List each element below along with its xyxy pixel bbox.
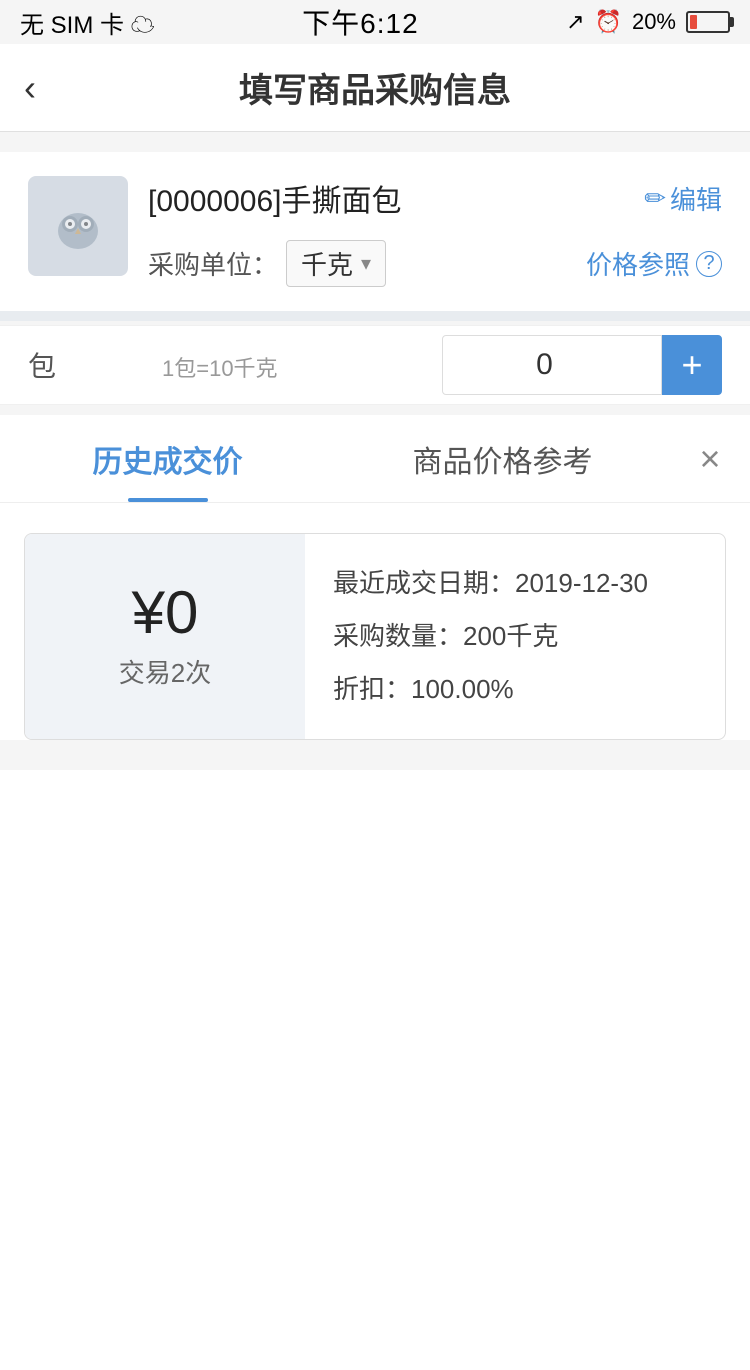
date-label: 最近成交日期： bbox=[333, 568, 515, 598]
tabs-section: 历史成交价 商品价格参考 × ¥0 交易2次 最近成交日期：2019-12-30… bbox=[0, 415, 750, 740]
unit-value: 千克 bbox=[301, 245, 353, 282]
status-left: 无 SIM 卡 ☁ bbox=[20, 5, 155, 40]
unit-select[interactable]: 千克 ▾ bbox=[286, 240, 386, 287]
product-info: [0000006]手撕面包 ✏ 编辑 采购单位： 千克 ▾ 价格参照 ? bbox=[148, 176, 722, 287]
transaction-count: 交易2次 bbox=[119, 653, 211, 690]
price-ref-label: 价格参照 bbox=[586, 245, 690, 282]
tab-product-price[interactable]: 商品价格参考 bbox=[335, 415, 670, 502]
battery-fill bbox=[690, 15, 697, 29]
help-icon: ? bbox=[696, 251, 722, 277]
battery-percent: 20% bbox=[632, 9, 676, 35]
tab-history-price[interactable]: 历史成交价 bbox=[0, 415, 335, 502]
quantity-unit-label: 包 bbox=[28, 345, 148, 385]
date-value: 2019-12-30 bbox=[515, 568, 648, 598]
edit-button[interactable]: ✏ 编辑 bbox=[644, 180, 722, 217]
price-card-right: 最近成交日期：2019-12-30 采购数量：200千克 折扣：100.00% bbox=[305, 534, 725, 739]
quantity-hint: 1包=10千克 bbox=[162, 351, 278, 383]
tab-product-label: 商品价格参考 bbox=[413, 437, 593, 481]
page-title: 填写商品采购信息 bbox=[239, 63, 511, 112]
sim-label: 无 SIM 卡 ☁ bbox=[20, 5, 155, 40]
purchase-quantity: 采购数量：200千克 bbox=[333, 617, 697, 656]
qty-detail-label: 采购数量： bbox=[333, 621, 463, 651]
last-transaction-date: 最近成交日期：2019-12-30 bbox=[333, 564, 697, 603]
currency-symbol: ¥ bbox=[132, 579, 165, 646]
tabs-header: 历史成交价 商品价格参考 × bbox=[0, 415, 750, 503]
unit-label: 采购单位： bbox=[148, 245, 278, 282]
qty-detail-value: 200千克 bbox=[463, 621, 558, 651]
nav-bar: ‹ 填写商品采购信息 bbox=[0, 44, 750, 132]
product-thumbnail bbox=[28, 176, 128, 276]
product-header: [0000006]手撕面包 ✏ 编辑 bbox=[148, 176, 722, 220]
product-card: [0000006]手撕面包 ✏ 编辑 采购单位： 千克 ▾ 价格参照 ? bbox=[0, 152, 750, 311]
product-name: [0000006]手撕面包 bbox=[148, 176, 401, 220]
quantity-row: 包 1包=10千克 + bbox=[0, 325, 750, 405]
quantity-input[interactable] bbox=[442, 335, 662, 395]
bottom-content bbox=[0, 770, 750, 1370]
price-amount: ¥0 bbox=[132, 583, 199, 643]
status-bar: 无 SIM 卡 ☁ 下午6:12 ↗ ⏰ 20% bbox=[0, 0, 750, 44]
price-card: ¥0 交易2次 最近成交日期：2019-12-30 采购数量：200千克 折扣：… bbox=[24, 533, 726, 740]
section-divider bbox=[0, 311, 750, 321]
location-icon: ↗ bbox=[566, 9, 584, 35]
dropdown-icon: ▾ bbox=[361, 251, 371, 276]
quantity-input-area: + bbox=[278, 335, 722, 395]
product-image-icon bbox=[48, 196, 108, 256]
tab-history-label: 历史成交价 bbox=[93, 437, 243, 481]
edit-icon: ✏ bbox=[644, 183, 666, 214]
status-time: 下午6:12 bbox=[302, 2, 419, 42]
alarm-icon: ⏰ bbox=[595, 9, 622, 35]
price-value: 0 bbox=[165, 579, 198, 646]
discount-value: 100.00% bbox=[411, 674, 514, 704]
battery-icon bbox=[686, 11, 730, 33]
discount-label: 折扣： bbox=[333, 674, 411, 704]
tab-close-button[interactable]: × bbox=[670, 415, 750, 502]
discount-row: 折扣：100.00% bbox=[333, 670, 697, 709]
price-card-left: ¥0 交易2次 bbox=[25, 534, 305, 739]
quantity-plus-button[interactable]: + bbox=[662, 335, 722, 395]
edit-label: 编辑 bbox=[670, 180, 722, 217]
back-button[interactable]: ‹ bbox=[24, 67, 36, 109]
product-unit-row: 采购单位： 千克 ▾ 价格参照 ? bbox=[148, 240, 722, 287]
status-right: ↗ ⏰ 20% bbox=[566, 9, 730, 35]
price-reference-button[interactable]: 价格参照 ? bbox=[586, 245, 722, 282]
